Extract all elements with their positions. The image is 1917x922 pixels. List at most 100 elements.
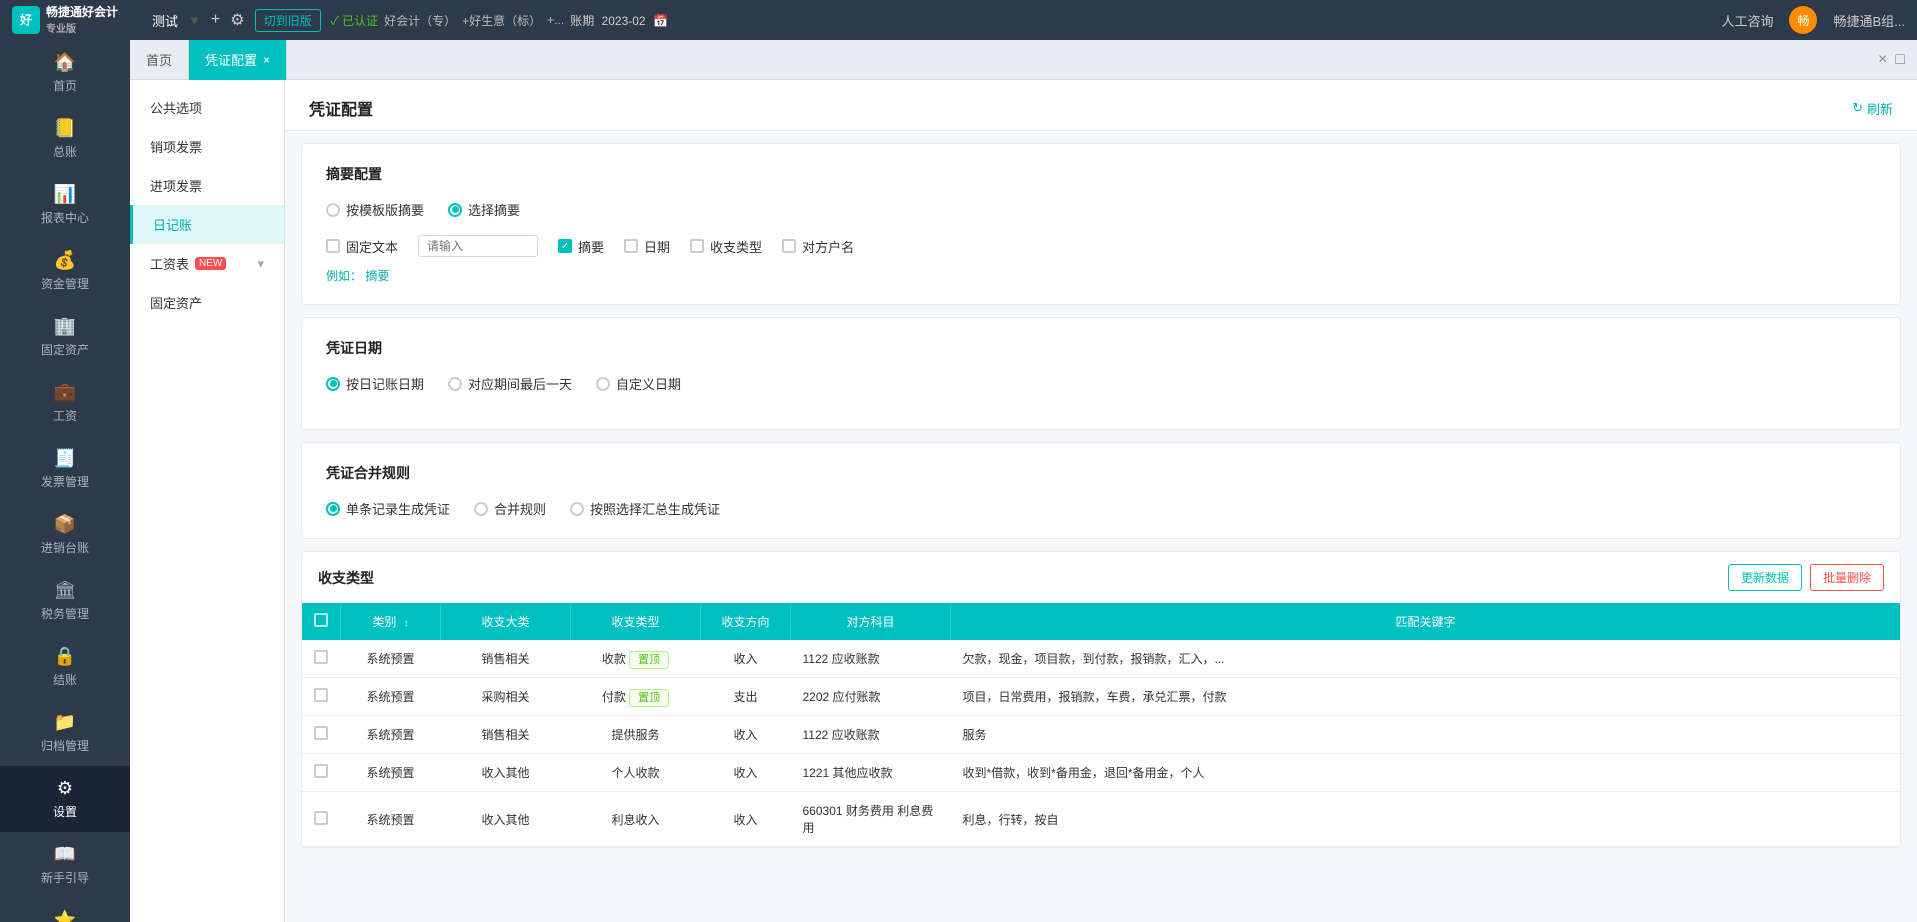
row-checkbox[interactable] (302, 716, 341, 754)
sidebar-item-funds[interactable]: 💰 资金管理 (0, 238, 130, 304)
row-category: 系统预置 (341, 640, 441, 678)
merge-rules-title: 凭证合并规则 (326, 463, 1876, 483)
archive-icon: 📁 (54, 712, 76, 733)
certified-tag: ✓ 已认证 (331, 12, 379, 29)
funds-icon: 💰 (54, 250, 76, 271)
sidebar-item-reports[interactable]: 📊 报表中心 (0, 172, 130, 238)
radio-select[interactable]: 选择摘要 (448, 200, 520, 219)
left-nav-sales-invoice[interactable]: 销项发票 (130, 127, 284, 166)
row-checkbox[interactable] (302, 754, 341, 792)
row-checkbox[interactable] (302, 640, 341, 678)
page-header: 凭证配置 ↻ 刷新 (285, 80, 1917, 131)
radio-journal-date[interactable]: 按日记账日期 (326, 374, 424, 393)
row-checkbox[interactable] (302, 678, 341, 716)
income-expense-section: 收支类型 更新数据 批量删除 (301, 551, 1901, 848)
sidebar-item-invoices[interactable]: 🧾 发票管理 (0, 436, 130, 502)
radio-select-total[interactable]: 按照选择汇总生成凭证 (570, 499, 720, 518)
row-income-type: 个人收款 (571, 754, 701, 792)
topbar-section: 测试 (152, 11, 178, 30)
sidebar-item-label: 报表中心 (41, 209, 89, 226)
th-major-type: 收支大类 (441, 603, 571, 640)
row-category: 系统预置 (341, 792, 441, 847)
close-account-icon: 🔒 (54, 646, 76, 667)
row-keyword: 服务 (951, 716, 1901, 754)
user-avatar: 畅 (1789, 6, 1817, 34)
row-direction: 收入 (701, 754, 791, 792)
tab-voucher-config[interactable]: 凭证配置 × (189, 40, 287, 80)
table-row: 系统预置采购相关付款 置顶支出2202 应付账款项目，日常费用，报销款，车费，承… (302, 678, 1900, 716)
th-keyword: 匹配关键字 (951, 603, 1901, 640)
sidebar-item-member[interactable]: ⭐ 畅会员 (0, 898, 130, 922)
radio-select-circle (448, 203, 462, 217)
top-tag[interactable]: 置顶 (629, 651, 669, 669)
summary-checkbox-group: 固定文本 ✓ 摘要 日期 (326, 235, 1876, 257)
left-nav-payroll[interactable]: 工资表 NEW ▾ (130, 244, 284, 283)
logo-sub: 专业版 (46, 20, 118, 35)
row-income-type: 利息收入 (571, 792, 701, 847)
row-checkbox[interactable] (302, 792, 341, 847)
sidebar-item-guide[interactable]: 📖 新手引导 (0, 832, 130, 898)
radio-single[interactable]: 单条记录生成凭证 (326, 499, 450, 518)
left-nav-journal[interactable]: 日记账 (130, 205, 284, 244)
sidebar-item-archive[interactable]: 📁 归档管理 (0, 700, 130, 766)
radio-select-total-circle (570, 502, 584, 516)
row-account: 660301 财务费用 利息费用 (791, 792, 951, 847)
sidebar-item-ledger[interactable]: 📒 总账 (0, 106, 130, 172)
sidebar-item-label: 资金管理 (41, 275, 89, 292)
switch-version-btn[interactable]: 切到旧版 (255, 9, 321, 32)
update-data-btn[interactable]: 更新数据 (1728, 564, 1802, 591)
minimize-icon[interactable]: × (1878, 51, 1887, 69)
sidebar-item-purchases[interactable]: 📦 进销台账 (0, 502, 130, 568)
inner-content: 公共选项 销项发票 进项发票 日记账 工资表 NEW ▾ 固定资产 (130, 80, 1917, 922)
date-checkbox[interactable]: 日期 (624, 237, 670, 256)
summary-section: 摘要配置 按模板版摘要 选择摘要 (301, 143, 1901, 305)
sidebar-item-close[interactable]: 🔒 结账 (0, 634, 130, 700)
row-income-type: 收款 置顶 (571, 640, 701, 678)
top-tag[interactable]: 置顶 (629, 689, 669, 707)
row-account: 1221 其他应收款 (791, 754, 951, 792)
row-keyword: 利息，行转，按自 (951, 792, 1901, 847)
sidebar-item-label: 设置 (53, 803, 77, 820)
topbar-settings[interactable]: ⚙ (230, 10, 244, 30)
table-row: 系统预置销售相关提供服务收入1122 应收账款服务 (302, 716, 1900, 754)
sidebar-item-salary[interactable]: 💼 工资 (0, 370, 130, 436)
row-direction: 收入 (701, 716, 791, 754)
tab-home[interactable]: 首页 (130, 40, 189, 80)
refresh-icon: ↻ (1852, 100, 1863, 116)
radio-custom-date[interactable]: 自定义日期 (596, 374, 681, 393)
topbar-add[interactable]: + (211, 11, 220, 29)
radio-template[interactable]: 按模板版摘要 (326, 200, 424, 219)
fixed-text-checkbox[interactable]: 固定文本 (326, 237, 398, 256)
summary-checkbox[interactable]: ✓ 摘要 (558, 237, 604, 256)
radio-merge[interactable]: 合并规则 (474, 499, 546, 518)
guide-icon: 📖 (54, 844, 76, 865)
example-text: 例如： 摘要 (326, 267, 1876, 284)
pay-type-checkbox[interactable]: 收支类型 (690, 237, 762, 256)
salary-icon: 💼 (54, 382, 76, 403)
tab-close-icon[interactable]: × (263, 53, 270, 67)
sidebar-item-tax[interactable]: 🏛 税务管理 (0, 568, 130, 634)
left-nav-fixed-assets[interactable]: 固定资产 (130, 283, 284, 322)
left-nav-public[interactable]: 公共选项 (130, 88, 284, 127)
batch-delete-btn[interactable]: 批量删除 (1810, 564, 1884, 591)
home-icon: 🏠 (54, 52, 76, 73)
fixed-text-box (326, 239, 340, 253)
row-keyword: 欠款，现金，项目款，到付款，报销款，汇入，... (951, 640, 1901, 678)
sidebar-item-settings[interactable]: ⚙ 设置 (0, 766, 130, 832)
th-checkbox[interactable] (302, 603, 341, 640)
consult-btn[interactable]: 人工咨询 (1721, 11, 1773, 30)
sidebar-item-home[interactable]: 🏠 首页 (0, 40, 130, 106)
counterpart-checkbox[interactable]: 对方户名 (782, 237, 854, 256)
sidebar-item-assets[interactable]: 🏢 固定资产 (0, 304, 130, 370)
fixed-text-input[interactable] (418, 235, 538, 257)
row-account: 2202 应付账款 (791, 678, 951, 716)
radio-period-last[interactable]: 对应期间最后一天 (448, 374, 572, 393)
row-account: 1122 应收账款 (791, 640, 951, 678)
merge-rules-section: 凭证合并规则 单条记录生成凭证 合并规则 (301, 442, 1901, 539)
refresh-btn[interactable]: ↻ 刷新 (1852, 99, 1893, 118)
radio-template-circle (326, 203, 340, 217)
left-nav-purchase-invoice[interactable]: 进项发票 (130, 166, 284, 205)
maximize-icon[interactable]: □ (1895, 51, 1905, 69)
purchases-icon: 📦 (54, 514, 76, 535)
logo-text: 畅捷通好会计 (46, 5, 118, 19)
